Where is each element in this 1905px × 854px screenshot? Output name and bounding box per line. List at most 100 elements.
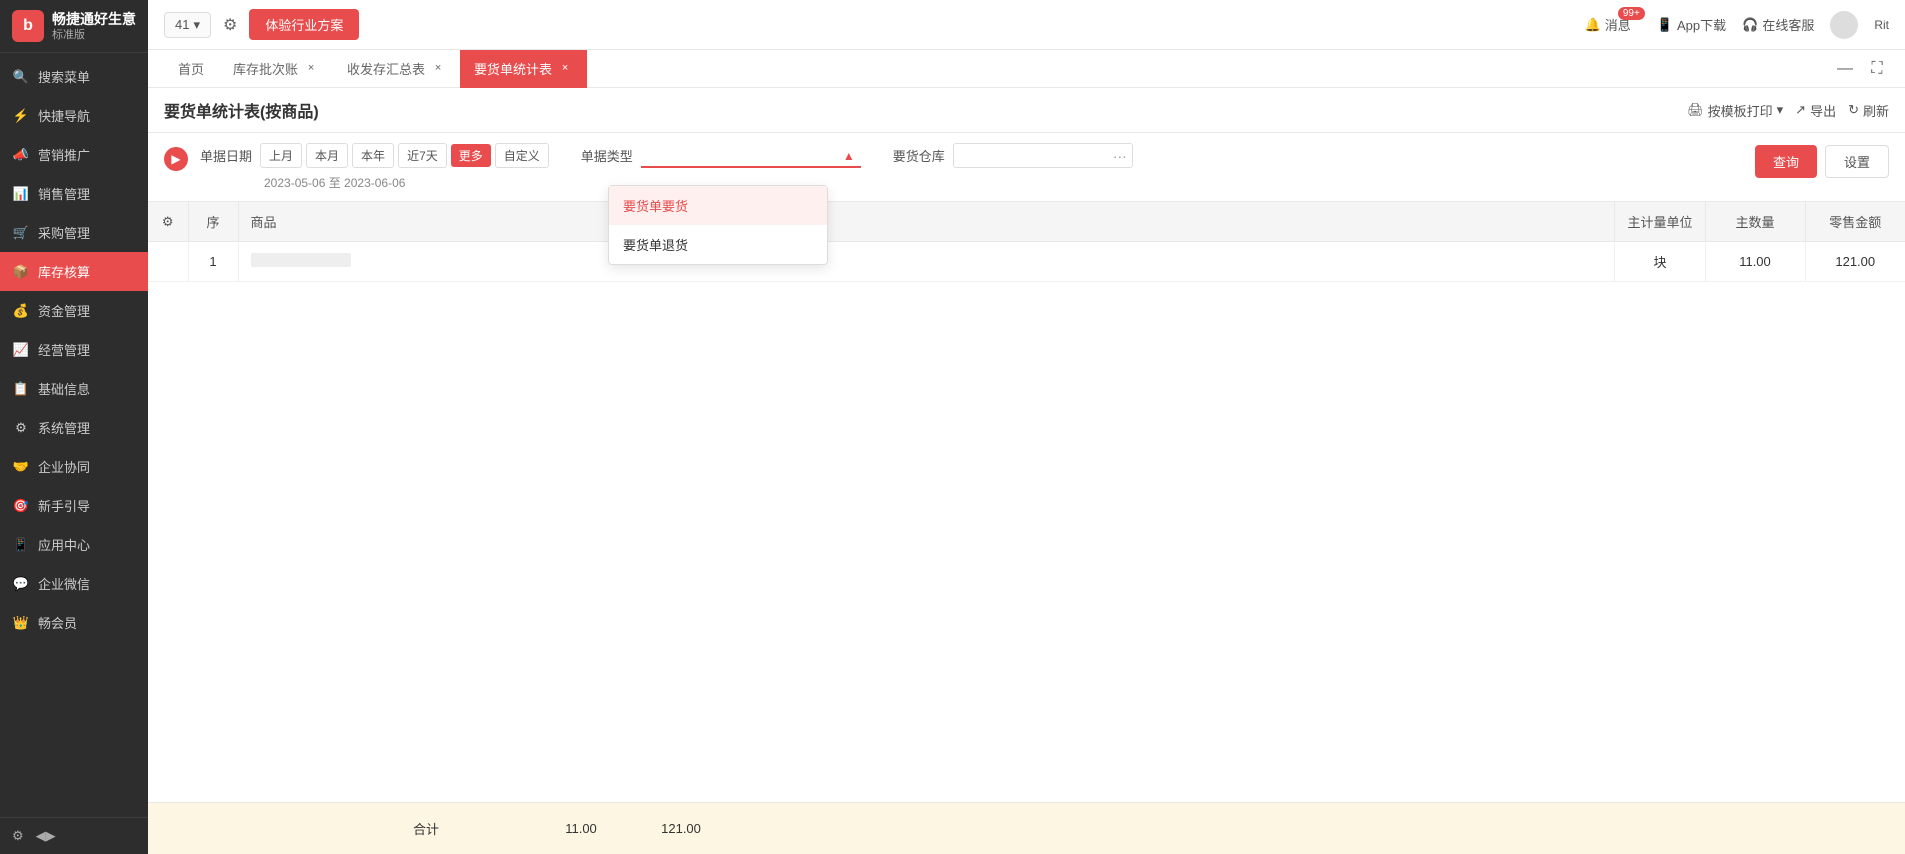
tab-batch-account[interactable]: 库存批次账 × [219, 50, 333, 88]
table-area: ⚙ 序 商品 主计量单位 主数量 [148, 202, 1905, 802]
tab-controls: — ⛶ [1833, 57, 1889, 81]
user-avatar[interactable] [1830, 11, 1858, 39]
filter-settings-btn[interactable]: 设置 [1825, 145, 1889, 178]
col-product: 商品 [238, 202, 1615, 242]
filter-row-date: 单据日期 上月 本月 本年 近7天 更多 自定义 [200, 143, 549, 168]
store-dropdown[interactable]: 41 ▾ [164, 12, 211, 38]
tab-minimize-btn[interactable]: — [1833, 57, 1857, 81]
export-btn[interactable]: ↗ 导出 [1795, 101, 1836, 120]
row-qty-cell: 11.00 [1705, 242, 1805, 282]
sidebar-nav: 🔍 搜索菜单 ⚡ 快捷导航 📣 营销推广 📊 销售管理 🛒 采购管理 📦 库存核… [0, 53, 148, 817]
filter-group-date: 单据日期 上月 本月 本年 近7天 更多 自定义 2023-05-06 至 20… [200, 143, 549, 191]
dropdown-option-return-goods[interactable]: 要货单退货 [609, 225, 827, 264]
warehouse-dots-icon[interactable]: ··· [1113, 148, 1127, 164]
money-icon: 💰 [12, 302, 30, 320]
app-download-btn[interactable]: 📱 App下载 [1657, 15, 1726, 34]
print-btn[interactable]: 🖨 按模板打印 ▾ [1687, 101, 1783, 120]
table-row: 1 块 11.00 121.00 [148, 242, 1905, 282]
online-service-btn[interactable]: 🎧 在线客服 [1742, 15, 1814, 34]
sidebar-bottom: ⚙ ◀▶ [0, 817, 148, 854]
sidebar-settings-btn[interactable]: ⚙ [12, 828, 24, 844]
sidebar-item-enterprise[interactable]: 🤝 企业协同 [0, 447, 148, 486]
main-content: 41 ▾ ⚙ 体验行业方案 🔔 消息 99+ 📱 App下载 🎧 在线客服 Ri… [148, 0, 1905, 854]
chart-icon: 📊 [12, 185, 30, 203]
refresh-icon: ↻ [1848, 102, 1859, 118]
trial-btn[interactable]: 体验行业方案 [249, 9, 359, 40]
sidebar: b 畅捷通好生意 标准版 🔍 搜索菜单 ⚡ 快捷导航 📣 营销推广 📊 销售管理… [0, 0, 148, 854]
footer-amount: 121.00 [631, 815, 731, 842]
row-unit-cell: 块 [1615, 242, 1705, 282]
tabs-bar: 首页 库存批次账 × 收发存汇总表 × 要货单统计表 × — ⛶ [148, 50, 1905, 88]
sidebar-item-wechat[interactable]: 💬 企业微信 [0, 564, 148, 603]
date-btn-this-year[interactable]: 本年 [352, 143, 394, 168]
date-btn-this-month[interactable]: 本月 [306, 143, 348, 168]
filter-group-record-type: 单据类型 ▲ [581, 143, 861, 168]
sidebar-item-operations[interactable]: 📈 经营管理 [0, 330, 148, 369]
date-btn-7days[interactable]: 近7天 [398, 143, 447, 168]
target-icon: 🎯 [12, 497, 30, 515]
sidebar-item-guide[interactable]: 🎯 新手引导 [0, 486, 148, 525]
settings-col-icon: ⚙ [162, 214, 174, 229]
query-btn[interactable]: 查询 [1755, 145, 1817, 178]
record-type-label: 单据类型 [581, 146, 633, 165]
expand-icon: ▶ [171, 152, 180, 166]
col-unit: 主计量单位 [1615, 202, 1705, 242]
filter-group-warehouse: 要货仓库 ··· [893, 143, 1133, 168]
tab-receive-summary[interactable]: 收发存汇总表 × [333, 50, 460, 88]
refresh-btn[interactable]: ↻ 刷新 [1848, 101, 1889, 120]
sidebar-item-inventory[interactable]: 📦 库存核算 [0, 252, 148, 291]
sidebar-item-sales[interactable]: 📊 销售管理 [0, 174, 148, 213]
date-btn-last-month[interactable]: 上月 [260, 143, 302, 168]
close-tab-order-icon[interactable]: × [558, 62, 572, 76]
chevron-down-icon: ▾ [1777, 102, 1784, 118]
sidebar-item-member[interactable]: 👑 畅会员 [0, 603, 148, 642]
col-amount: 零售金额 [1805, 202, 1905, 242]
info-icon: 📋 [12, 380, 30, 398]
col-settings[interactable]: ⚙ [148, 202, 188, 242]
header-right: 🔔 消息 99+ 📱 App下载 🎧 在线客服 Rit [1585, 11, 1889, 39]
dropdown-option-order-goods[interactable]: 要货单要货 [609, 186, 827, 225]
date-btn-custom[interactable]: 自定义 [495, 143, 549, 168]
page-actions: 🖨 按模板打印 ▾ ↗ 导出 ↻ 刷新 [1687, 101, 1889, 120]
warehouse-input[interactable] [953, 143, 1133, 168]
sidebar-collapse-btn[interactable]: ◀▶ [36, 828, 56, 844]
sidebar-item-quicknav[interactable]: ⚡ 快捷导航 [0, 96, 148, 135]
collapse-icon: ◀▶ [36, 828, 56, 844]
record-type-input[interactable] [641, 143, 861, 168]
tab-expand-btn[interactable]: ⛶ [1865, 57, 1889, 81]
logo-text: 畅捷通好生意 标准版 [52, 10, 136, 42]
warehouse-label: 要货仓库 [893, 146, 945, 165]
sidebar-item-search[interactable]: 🔍 搜索菜单 [0, 57, 148, 96]
sidebar-item-appcenter[interactable]: 📱 应用中心 [0, 525, 148, 564]
megaphone-icon: 📣 [12, 146, 30, 164]
page-title: 要货单统计表(按商品) [164, 98, 319, 122]
filter-actions: 查询 设置 [1755, 145, 1889, 178]
bell-icon: 🔔 [1585, 17, 1601, 33]
date-btn-more[interactable]: 更多 [451, 144, 491, 167]
filter-row-date-range: 2023-05-06 至 2023-06-06 [200, 174, 549, 191]
col-seq: 序 [188, 202, 238, 242]
date-label: 单据日期 [200, 146, 252, 165]
messages-btn[interactable]: 🔔 消息 99+ [1585, 15, 1631, 34]
footer-label: 合计 [148, 813, 451, 844]
sidebar-item-basic-info[interactable]: 📋 基础信息 [0, 369, 148, 408]
date-buttons: 上月 本月 本年 近7天 更多 自定义 [260, 143, 549, 168]
tab-order-stat[interactable]: 要货单统计表 × [460, 50, 587, 88]
sidebar-item-purchase[interactable]: 🛒 采购管理 [0, 213, 148, 252]
sidebar-item-system[interactable]: ⚙ 系统管理 [0, 408, 148, 447]
product-name-placeholder [251, 253, 351, 267]
page-header: 要货单统计表(按商品) 🖨 按模板打印 ▾ ↗ 导出 ↻ 刷新 [148, 88, 1905, 133]
tab-home[interactable]: 首页 [164, 50, 219, 88]
close-tab-batch-icon[interactable]: × [304, 62, 318, 76]
filter-expand-btn[interactable]: ▶ [164, 147, 188, 171]
settings-icon: ⚙ [223, 17, 237, 34]
sidebar-item-finance[interactable]: 💰 资金管理 [0, 291, 148, 330]
row-settings-cell [148, 242, 188, 282]
sidebar-item-marketing[interactable]: 📣 营销推广 [0, 135, 148, 174]
header-settings-btn[interactable]: ⚙ [223, 15, 237, 35]
gear-icon: ⚙ [12, 419, 30, 437]
data-table: ⚙ 序 商品 主计量单位 主数量 [148, 202, 1905, 282]
page-content: 要货单统计表(按商品) 🖨 按模板打印 ▾ ↗ 导出 ↻ 刷新 [148, 88, 1905, 854]
row-seq-cell: 1 [188, 242, 238, 282]
close-tab-receive-icon[interactable]: × [431, 62, 445, 76]
